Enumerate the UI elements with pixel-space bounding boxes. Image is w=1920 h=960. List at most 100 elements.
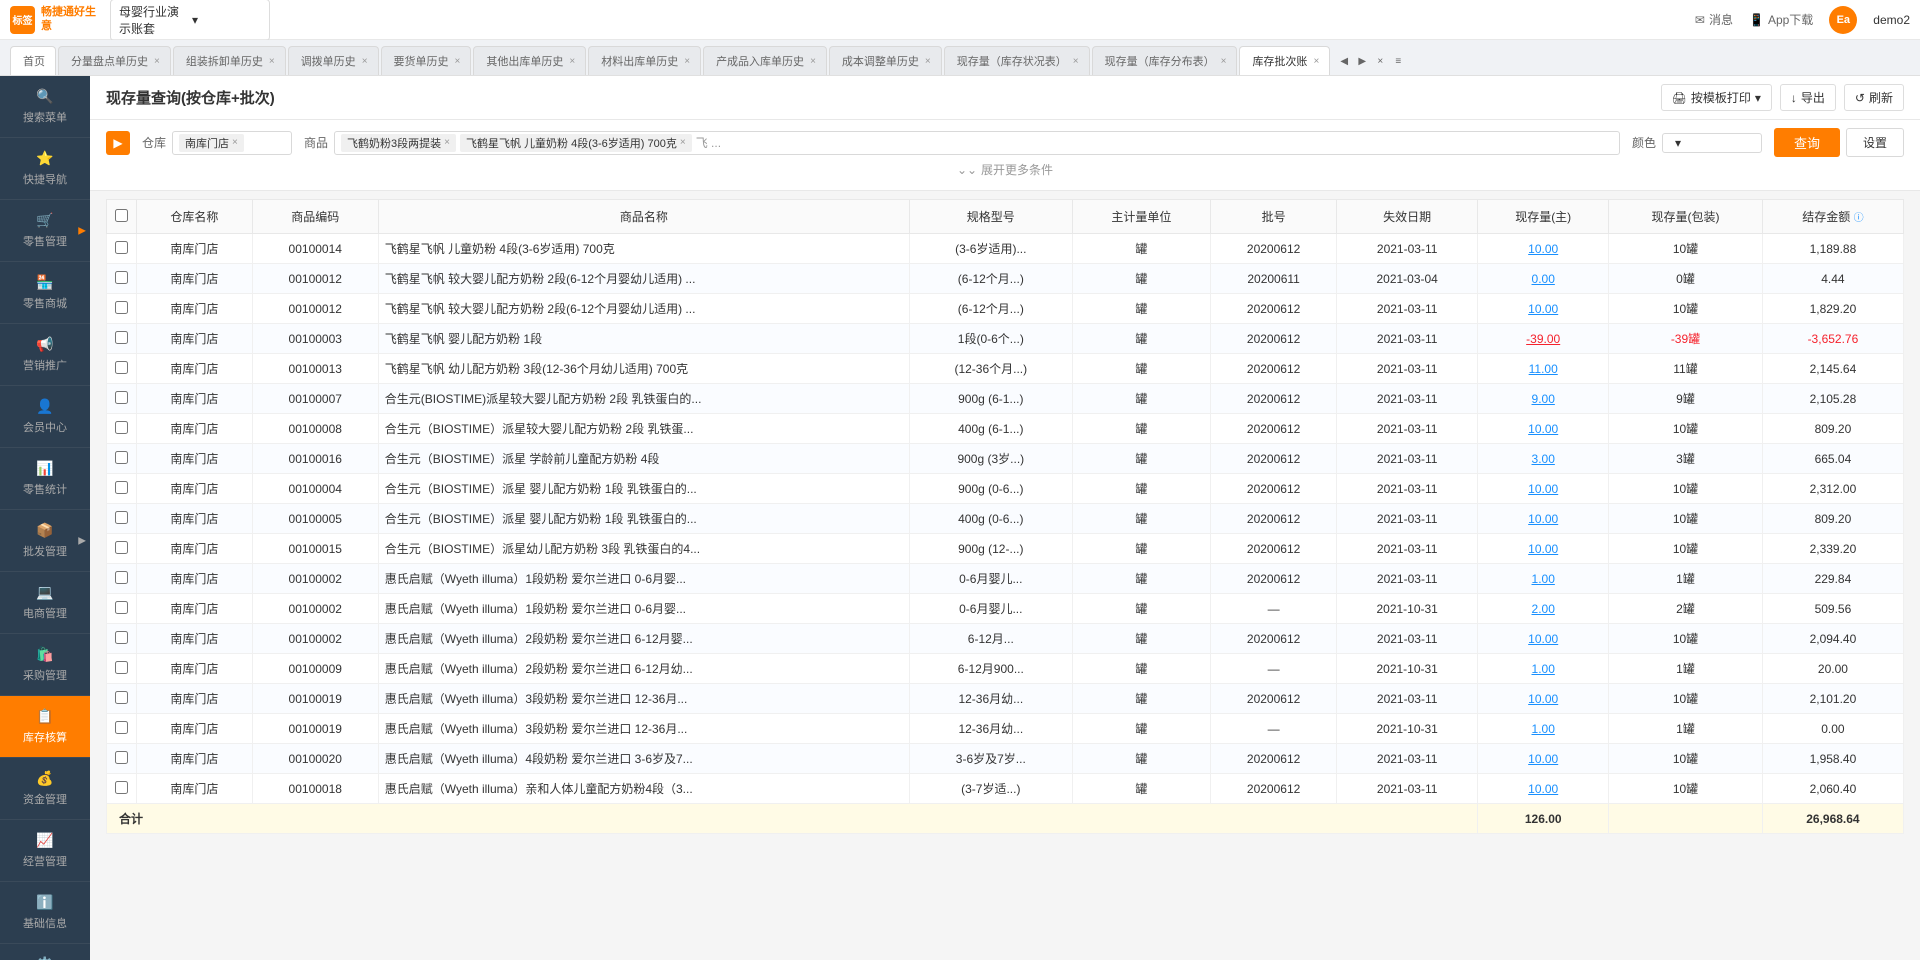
sidebar-item-member[interactable]: 👤 会员中心 <box>0 386 90 448</box>
message-button[interactable]: ✉ 消息 <box>1695 11 1733 28</box>
sidebar-item-retail-shop[interactable]: 🏪 零售商城 <box>0 262 90 324</box>
row-checkbox[interactable] <box>115 751 128 764</box>
warehouse-tag-close[interactable]: × <box>232 137 238 148</box>
sidebar-item-basics[interactable]: ℹ️ 基础信息 <box>0 882 90 944</box>
sidebar-item-ecommerce[interactable]: 💻 电商管理 <box>0 572 90 634</box>
sidebar-item-retail-stat[interactable]: 📊 零售统计 <box>0 448 90 510</box>
tab-chengben-close[interactable]: × <box>925 56 931 67</box>
row-qty-main-link[interactable]: 10.00 <box>1528 782 1558 796</box>
row-qty-main-link[interactable]: -39.00 <box>1526 332 1560 346</box>
sidebar-item-operations[interactable]: 📈 经营管理 <box>0 820 90 882</box>
tab-chanpin-close[interactable]: × <box>810 56 816 67</box>
row-checkbox[interactable] <box>115 481 128 494</box>
tab-diaopi[interactable]: 调拨单历史 × <box>288 46 379 75</box>
row-qty-main-link[interactable]: 10.00 <box>1528 542 1558 556</box>
row-checkbox[interactable] <box>115 451 128 464</box>
row-qty-main-link[interactable]: 10.00 <box>1528 632 1558 646</box>
tab-close-all-button[interactable]: × <box>1372 53 1388 69</box>
workspace-selector[interactable]: 母婴行业演示账套 ▾ <box>110 0 270 41</box>
product-tags-container[interactable]: 飞鹤奶粉3段两提装 × 飞鹤星飞帆 儿童奶粉 4段(3-6岁适用) 700克 ×… <box>334 131 1620 155</box>
export-button[interactable]: ↓ 导出 <box>1780 84 1836 111</box>
row-checkbox[interactable] <box>115 271 128 284</box>
row-checkbox[interactable] <box>115 661 128 674</box>
tab-cailiao[interactable]: 材料出库单历史 × <box>588 46 701 75</box>
product-tag-1-close[interactable]: × <box>444 137 450 148</box>
row-checkbox[interactable] <box>115 331 128 344</box>
row-checkbox[interactable] <box>115 511 128 524</box>
row-checkbox[interactable] <box>115 541 128 554</box>
sidebar-item-retail[interactable]: 🛒 零售管理 ▶ <box>0 200 90 262</box>
sidebar-item-finance[interactable]: 💰 资金管理 <box>0 758 90 820</box>
row-checkbox[interactable] <box>115 631 128 644</box>
print-button[interactable]: 🖨 按模板打印 ▾ <box>1661 84 1772 111</box>
tab-kucunpici[interactable]: 库存批次账 × <box>1239 46 1330 75</box>
row-qty-main-link[interactable]: 11.00 <box>1529 362 1558 376</box>
row-checkbox[interactable] <box>115 571 128 584</box>
sidebar-item-purchase[interactable]: 🛍️ 采购管理 <box>0 634 90 696</box>
row-qty-main-link[interactable]: 10.00 <box>1528 752 1558 766</box>
row-checkbox[interactable] <box>115 361 128 374</box>
tab-next-button[interactable]: ▶ <box>1354 53 1370 69</box>
tab-cailiao-close[interactable]: × <box>684 56 690 67</box>
row-qty-main-link[interactable]: 1.00 <box>1532 722 1555 736</box>
tab-qita[interactable]: 其他出库单历史 × <box>473 46 586 75</box>
user-name-label[interactable]: demo2 <box>1873 13 1910 27</box>
sidebar-item-batch[interactable]: 📦 批发管理 ▶ <box>0 510 90 572</box>
tab-chengben[interactable]: 成本调整单历史 × <box>829 46 942 75</box>
amount-info-icon[interactable]: ⓘ <box>1854 213 1864 224</box>
tab-diaopi-close[interactable]: × <box>362 56 368 67</box>
product-tag-2-close[interactable]: × <box>680 137 686 148</box>
setting-button[interactable]: 设置 <box>1846 128 1904 157</box>
filter-collapse-button[interactable]: ▶ <box>106 131 130 155</box>
refresh-button[interactable]: ↺ 刷新 <box>1844 84 1904 111</box>
row-qty-main-link[interactable]: 0.00 <box>1532 272 1555 286</box>
row-qty-main-link[interactable]: 2.00 <box>1532 602 1555 616</box>
row-checkbox[interactable] <box>115 391 128 404</box>
row-qty-main-link[interactable]: 10.00 <box>1528 242 1558 256</box>
row-qty-main-link[interactable]: 10.00 <box>1528 692 1558 706</box>
app-download-button[interactable]: 📱 App下载 <box>1749 11 1813 28</box>
tab-zuchai-close[interactable]: × <box>269 56 275 67</box>
row-qty-main-link[interactable]: 10.00 <box>1528 302 1558 316</box>
tab-xianzai2[interactable]: 现存量（库存分布表） × <box>1092 46 1238 75</box>
row-checkbox[interactable] <box>115 301 128 314</box>
tab-xianzai2-close[interactable]: × <box>1221 56 1227 67</box>
expand-more-button[interactable]: ⌄⌄ 展开更多条件 <box>957 161 1053 178</box>
tab-chanpin[interactable]: 产成品入库单历史 × <box>703 46 827 75</box>
row-qty-main-link[interactable]: 1.00 <box>1532 572 1555 586</box>
tab-home[interactable]: 首页 <box>10 46 56 75</box>
row-checkbox[interactable] <box>115 721 128 734</box>
color-dropdown[interactable]: ▾ <box>1662 133 1762 153</box>
product-more-label[interactable]: 飞 ... <box>696 134 721 151</box>
tab-menu-button[interactable]: ≡ <box>1390 53 1406 69</box>
row-qty-main-link[interactable]: 9.00 <box>1532 392 1555 406</box>
row-qty-main-link[interactable]: 3.00 <box>1532 452 1555 466</box>
tab-xianzai1[interactable]: 现存量（库存状况表） × <box>944 46 1090 75</box>
tab-yaohuo-close[interactable]: × <box>455 56 461 67</box>
tab-prev-button[interactable]: ◀ <box>1336 53 1352 69</box>
select-all-checkbox[interactable] <box>115 209 128 222</box>
tab-fenpan[interactable]: 分量盘点单历史 × <box>58 46 171 75</box>
row-qty-main-link[interactable]: 1.00 <box>1532 662 1555 676</box>
row-checkbox[interactable] <box>115 691 128 704</box>
row-qty-main-link[interactable]: 10.00 <box>1528 512 1558 526</box>
sidebar-item-system[interactable]: ⚙️ 系统管理 <box>0 944 90 960</box>
sidebar-item-search[interactable]: 🔍 搜索菜单 <box>0 76 90 138</box>
tab-yaohuo[interactable]: 要货单历史 × <box>381 46 472 75</box>
row-checkbox[interactable] <box>115 421 128 434</box>
sidebar-item-shortcut[interactable]: ⭐ 快捷导航 <box>0 138 90 200</box>
row-qty-main-link[interactable]: 10.00 <box>1528 482 1558 496</box>
row-checkbox[interactable] <box>115 241 128 254</box>
sidebar-item-marketing[interactable]: 📢 营销推广 <box>0 324 90 386</box>
row-qty-main-link[interactable]: 10.00 <box>1528 422 1558 436</box>
tab-kucunpici-close[interactable]: × <box>1313 56 1319 67</box>
row-checkbox[interactable] <box>115 601 128 614</box>
tab-zuchai[interactable]: 组装拆卸单历史 × <box>173 46 286 75</box>
warehouse-tag-container[interactable]: 南库门店 × <box>172 131 292 155</box>
query-button[interactable]: 查询 <box>1774 128 1840 157</box>
row-checkbox[interactable] <box>115 781 128 794</box>
sidebar-item-inventory[interactable]: 📋 库存核算 <box>0 696 90 758</box>
tab-xianzai1-close[interactable]: × <box>1073 56 1079 67</box>
tab-fenpan-close[interactable]: × <box>154 56 160 67</box>
tab-qita-close[interactable]: × <box>569 56 575 67</box>
